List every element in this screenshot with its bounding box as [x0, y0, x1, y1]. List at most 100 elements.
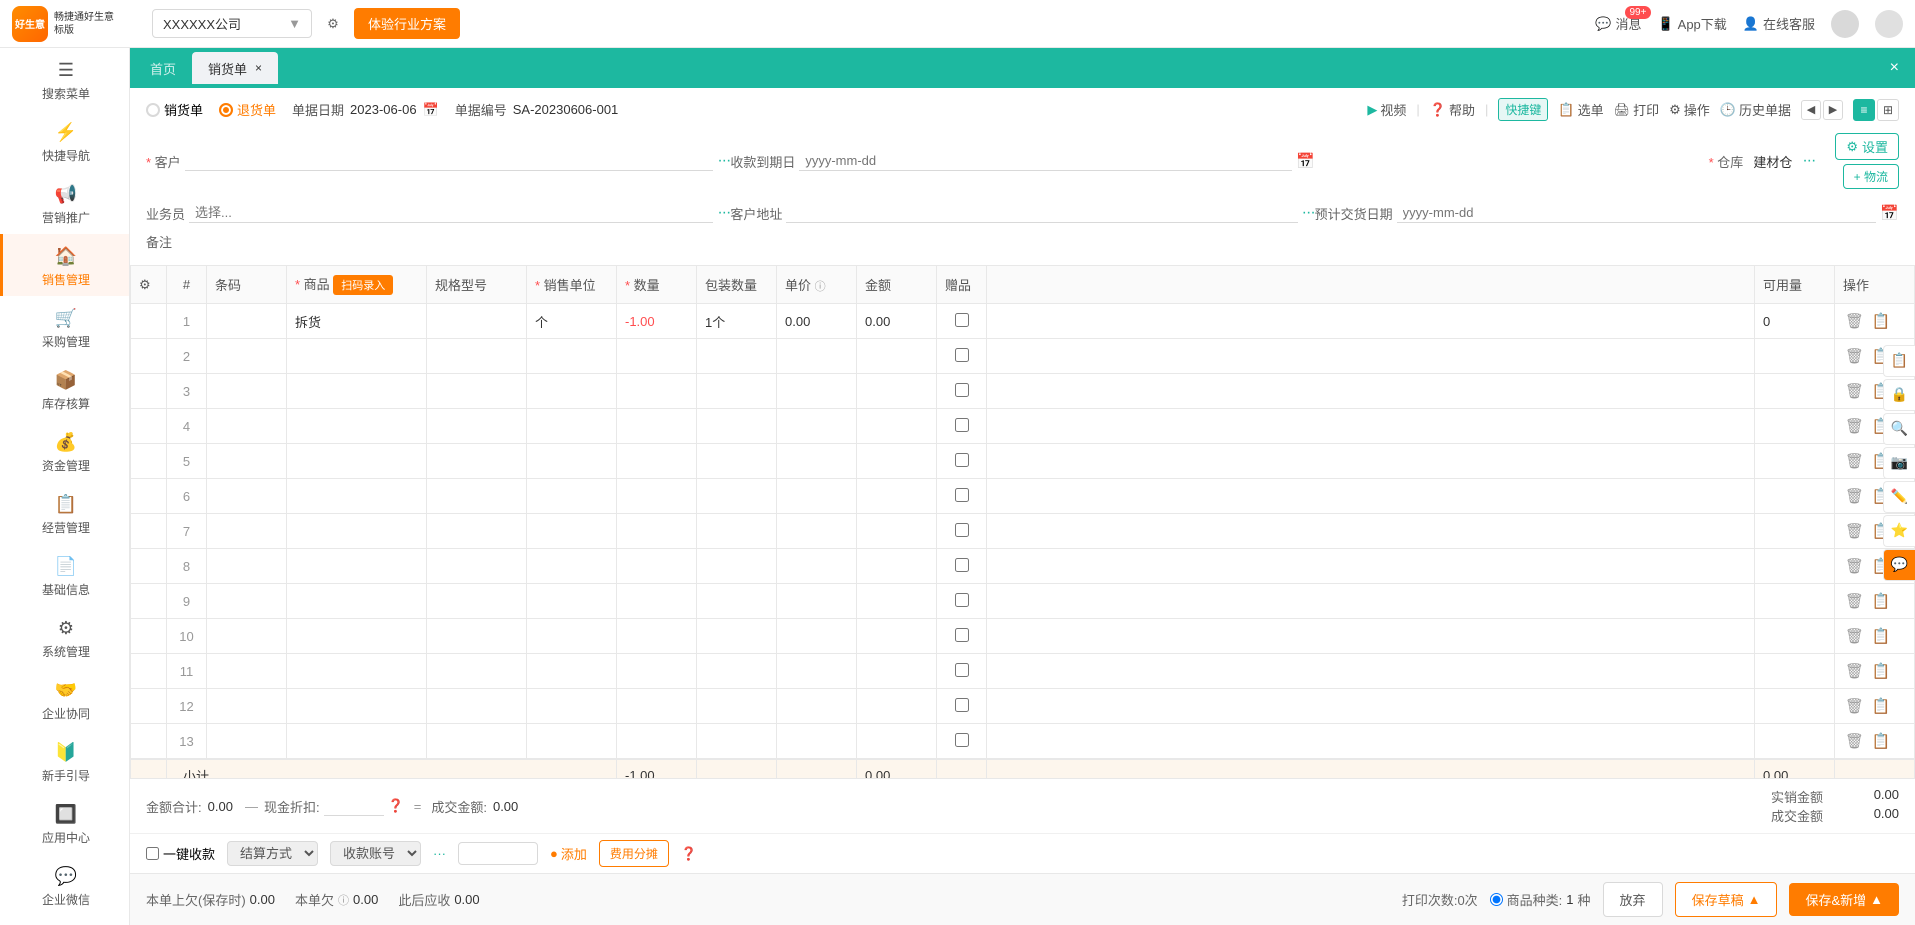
tab-sales-order[interactable]: 销货单 ×: [192, 52, 278, 84]
copy-row-button[interactable]: 📋: [1870, 590, 1893, 612]
cell-pkgqty[interactable]: [697, 619, 777, 654]
cell-qty[interactable]: [617, 689, 697, 724]
delete-row-button[interactable]: 🗑: [1843, 555, 1866, 577]
float-btn-2[interactable]: 🔒: [1883, 379, 1915, 411]
cell-gift[interactable]: [937, 304, 987, 339]
gift-checkbox[interactable]: [955, 628, 969, 642]
cell-gift[interactable]: [937, 514, 987, 549]
gift-checkbox[interactable]: [955, 593, 969, 607]
sidebar-item-basic[interactable]: 📄 基础信息: [0, 544, 129, 606]
cell-unit[interactable]: [527, 689, 617, 724]
trial-button[interactable]: 体验行业方案: [354, 8, 460, 39]
due-date-input[interactable]: [799, 151, 1292, 171]
cell-unit[interactable]: 个: [527, 304, 617, 339]
gift-checkbox[interactable]: [955, 488, 969, 502]
cell-qty[interactable]: -1.00: [617, 304, 697, 339]
cell-unit[interactable]: [527, 339, 617, 374]
delete-row-button[interactable]: 🗑: [1843, 310, 1866, 332]
cell-qty[interactable]: [617, 654, 697, 689]
tab-close-icon[interactable]: ×: [255, 61, 262, 75]
cell-gift[interactable]: [937, 724, 987, 760]
online-service-button[interactable]: 👤 在线客服: [1743, 14, 1815, 33]
cell-amount[interactable]: [857, 724, 937, 760]
delivery-cal-icon[interactable]: 📅: [1880, 204, 1899, 222]
cell-goods[interactable]: [287, 409, 427, 444]
sidebar-item-marketing[interactable]: 📢 营销推广: [0, 172, 129, 234]
save-new-button[interactable]: 保存&新增 ▲: [1789, 883, 1899, 916]
sidebar-item-guide[interactable]: 🔰 新手引导: [0, 730, 129, 792]
cell-goods[interactable]: [287, 724, 427, 760]
cell-gift[interactable]: [937, 549, 987, 584]
operate-tool[interactable]: ⚙ 操作: [1669, 100, 1710, 119]
cell-spec[interactable]: [427, 549, 527, 584]
cell-pkgqty[interactable]: [697, 724, 777, 760]
cell-barcode[interactable]: [207, 339, 287, 374]
settings-button[interactable]: ⚙ 设置: [1835, 133, 1899, 160]
sidebar-item-search[interactable]: ☰ 搜索菜单: [0, 48, 129, 110]
sidebar-item-inventory[interactable]: 📦 库存核算: [0, 358, 129, 420]
delete-row-button[interactable]: 🗑: [1843, 345, 1866, 367]
help-tool[interactable]: ❓ 帮助: [1430, 100, 1475, 119]
cell-spec[interactable]: [427, 339, 527, 374]
cell-qty[interactable]: [617, 514, 697, 549]
copy-row-button[interactable]: 📋: [1870, 695, 1893, 717]
cell-amount[interactable]: [857, 339, 937, 374]
cell-barcode[interactable]: [207, 584, 287, 619]
avatar-2[interactable]: [1875, 10, 1903, 38]
delete-row-button[interactable]: 🗑: [1843, 450, 1866, 472]
float-btn-1[interactable]: 📋: [1883, 345, 1915, 377]
radio-sales[interactable]: 销货单: [146, 100, 203, 119]
abandon-button[interactable]: 放弃: [1603, 882, 1663, 917]
cell-gift[interactable]: [937, 619, 987, 654]
gift-checkbox[interactable]: [955, 558, 969, 572]
gift-checkbox[interactable]: [955, 523, 969, 537]
cell-spec[interactable]: [427, 689, 527, 724]
grid-view-button[interactable]: ⊞: [1877, 99, 1899, 121]
cell-price[interactable]: [777, 689, 857, 724]
cell-goods[interactable]: [287, 619, 427, 654]
cell-goods[interactable]: [287, 339, 427, 374]
cell-unit[interactable]: [527, 619, 617, 654]
cell-price[interactable]: [777, 584, 857, 619]
history-tool[interactable]: 🕒 历史单据: [1720, 100, 1791, 119]
cell-pkgqty[interactable]: [697, 339, 777, 374]
copy-row-button[interactable]: 📋: [1870, 310, 1893, 332]
one-click-pay-label[interactable]: 一键收款: [146, 844, 215, 863]
cell-qty[interactable]: [617, 549, 697, 584]
cell-price[interactable]: [777, 514, 857, 549]
video-tool[interactable]: ▶ 视频: [1367, 100, 1406, 119]
list-view-button[interactable]: ≡: [1853, 99, 1875, 121]
delete-row-button[interactable]: 🗑: [1843, 730, 1866, 752]
copy-row-button[interactable]: 📋: [1870, 730, 1893, 752]
calendar-icon[interactable]: 📅: [423, 102, 439, 118]
cell-amount[interactable]: [857, 689, 937, 724]
cell-amount[interactable]: [857, 619, 937, 654]
cell-price[interactable]: [777, 374, 857, 409]
cell-pkgqty[interactable]: [697, 444, 777, 479]
cell-unit[interactable]: [527, 409, 617, 444]
cell-goods[interactable]: 拆货: [287, 304, 427, 339]
cell-gift[interactable]: [937, 584, 987, 619]
cell-unit[interactable]: [527, 514, 617, 549]
note-input[interactable]: [176, 231, 1899, 251]
float-btn-3[interactable]: 🔍: [1883, 413, 1915, 445]
cell-barcode[interactable]: [207, 549, 287, 584]
cell-goods[interactable]: [287, 444, 427, 479]
cell-amount[interactable]: [857, 514, 937, 549]
cell-gift[interactable]: [937, 444, 987, 479]
save-draft-button[interactable]: 保存草稿 ▲: [1675, 882, 1778, 917]
delete-row-button[interactable]: 🗑: [1843, 520, 1866, 542]
cell-qty[interactable]: [617, 374, 697, 409]
company-selector[interactable]: XXXXXX公司 ▼: [152, 9, 312, 38]
cell-price[interactable]: [777, 724, 857, 760]
gift-checkbox[interactable]: [955, 383, 969, 397]
cell-qty[interactable]: [617, 724, 697, 760]
amount-input[interactable]: [458, 842, 538, 865]
cell-spec[interactable]: [427, 444, 527, 479]
tab-home[interactable]: 首页: [134, 52, 192, 84]
gift-checkbox[interactable]: [955, 698, 969, 712]
cell-goods[interactable]: [287, 654, 427, 689]
one-click-checkbox[interactable]: [146, 847, 159, 860]
settings-icon[interactable]: ⚙: [318, 9, 348, 39]
gift-checkbox[interactable]: [955, 663, 969, 677]
